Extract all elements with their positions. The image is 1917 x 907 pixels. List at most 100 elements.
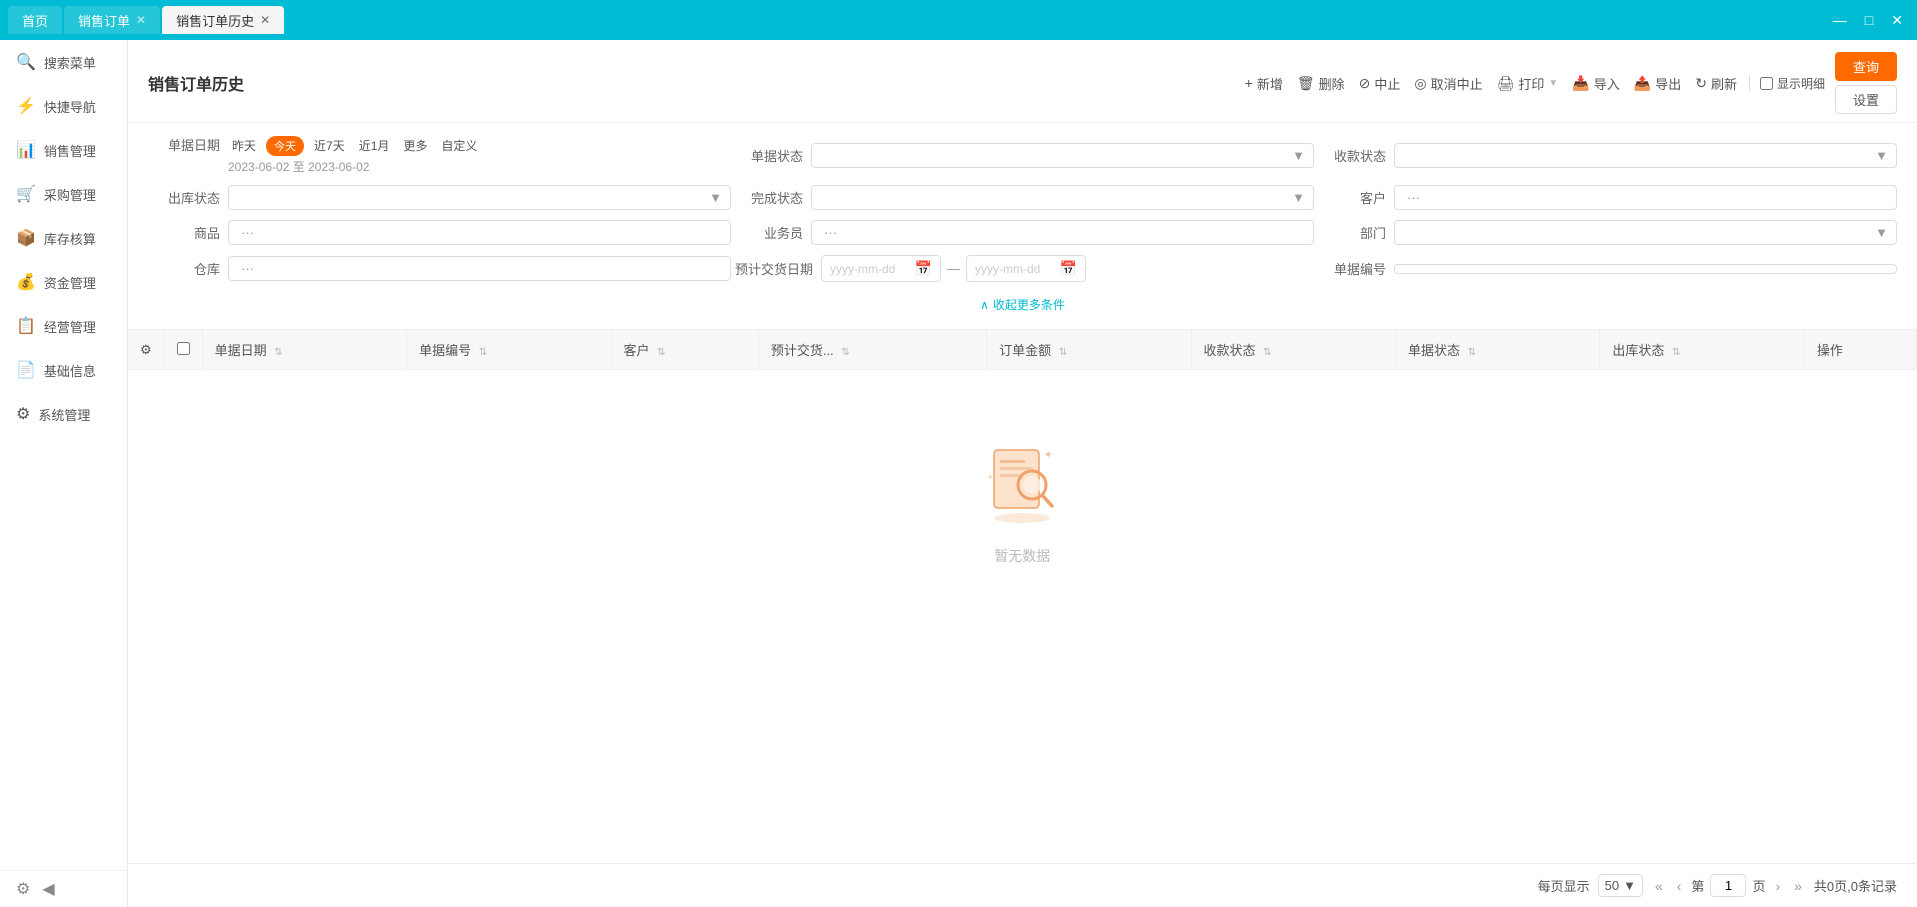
col-customer[interactable]: 客户 ⇅ xyxy=(611,330,758,370)
date-option-today[interactable]: 今天 xyxy=(266,136,304,156)
sidebar-item-basic-info[interactable]: 📄 基础信息 xyxy=(0,348,127,392)
col-doc-status[interactable]: 单据状态 ⇅ xyxy=(1395,330,1599,370)
query-button[interactable]: 查询 xyxy=(1835,52,1897,81)
delivery-date-label: 预计交货日期 xyxy=(731,259,821,278)
stop-button[interactable]: ⊘ 中止 xyxy=(1357,70,1403,97)
page-number-input[interactable] xyxy=(1710,874,1746,897)
export-label: 导出 xyxy=(1655,74,1681,93)
sidebar-item-operations[interactable]: 📋 经营管理 xyxy=(0,304,127,348)
sales-mgmt-icon: 📊 xyxy=(16,140,36,160)
col-out-status-label: 出库状态 xyxy=(1612,343,1664,358)
page-size-select[interactable]: 50 ▼ xyxy=(1598,874,1643,897)
new-button[interactable]: + 新增 xyxy=(1243,70,1285,97)
dept-select[interactable]: ▼ xyxy=(1394,220,1897,245)
salesperson-dots-icon[interactable]: ··· xyxy=(824,225,837,240)
receipt-status-select[interactable]: ▼ xyxy=(1394,143,1897,168)
out-status-select[interactable]: ▼ xyxy=(228,185,731,210)
sidebar-item-inventory[interactable]: 📦 库存核算 xyxy=(0,216,127,260)
col-date-sort-icon: ⇅ xyxy=(274,347,282,358)
tab-home-label: 首页 xyxy=(22,11,48,30)
col-settings-icon[interactable]: ⚙ xyxy=(140,342,152,357)
col-date[interactable]: 单据日期 ⇅ xyxy=(202,330,406,370)
import-button[interactable]: 📥 导入 xyxy=(1570,70,1621,97)
prev-page-button[interactable]: ‹ xyxy=(1673,876,1686,896)
col-doc-no[interactable]: 单据编号 ⇅ xyxy=(407,330,611,370)
table-body: ✦ ✦ 暂无数据 xyxy=(128,370,1917,627)
close-window-button[interactable]: ✕ xyxy=(1885,10,1909,31)
export-button[interactable]: 📤 导出 xyxy=(1632,70,1683,97)
col-receipt-status-label: 收款状态 xyxy=(1204,343,1256,358)
customer-input[interactable]: ··· xyxy=(1394,185,1897,210)
tab-sales-history[interactable]: 销售订单历史 ✕ xyxy=(162,6,284,34)
col-order-amount[interactable]: 订单金额 ⇅ xyxy=(987,330,1191,370)
delete-button[interactable]: 🗑 删除 xyxy=(1295,70,1347,97)
window-controls: — □ ✕ xyxy=(1827,10,1909,31)
refresh-button[interactable]: ↻ 刷新 xyxy=(1693,70,1739,97)
receipt-status-label: 收款状态 xyxy=(1314,146,1394,165)
date-option-yesterday[interactable]: 昨天 xyxy=(228,135,260,156)
tab-home[interactable]: 首页 xyxy=(8,6,62,34)
sidebar-item-sales-mgmt[interactable]: 📊 销售管理 xyxy=(0,128,127,172)
show-detail-checkbox-label[interactable]: 显示明细 xyxy=(1760,75,1825,92)
sidebar: 🔍 搜索菜单 ⚡ 快捷导航 📊 销售管理 🛒 采购管理 📦 库存核算 💰 资金管… xyxy=(0,40,128,907)
maximize-button[interactable]: □ xyxy=(1859,10,1879,31)
next-page-button[interactable]: › xyxy=(1771,876,1784,896)
first-page-button[interactable]: « xyxy=(1651,876,1667,896)
page-size-value: 50 xyxy=(1605,878,1619,893)
goods-input[interactable]: ··· xyxy=(228,220,731,245)
date-option-1month[interactable]: 近1月 xyxy=(355,135,394,156)
col-doc-status-sort-icon: ⇅ xyxy=(1468,347,1476,358)
page-size-label: 每页显示 xyxy=(1538,876,1590,895)
delivery-date-from-calendar-icon[interactable]: 📅 xyxy=(915,260,932,277)
delivery-date-to-calendar-icon[interactable]: 📅 xyxy=(1060,260,1077,277)
empty-svg: ✦ ✦ xyxy=(972,430,1072,530)
tab-sales-order[interactable]: 销售订单 ✕ xyxy=(64,6,160,34)
cancel-stop-button[interactable]: ◎ 取消中止 xyxy=(1412,70,1484,97)
sidebar-item-finance[interactable]: 💰 资金管理 xyxy=(0,260,127,304)
date-option-more[interactable]: 更多 xyxy=(399,135,431,156)
salesperson-input[interactable]: ··· xyxy=(811,220,1314,245)
doc-no-label: 单据编号 xyxy=(1314,259,1394,278)
sidebar-item-purchase-mgmt[interactable]: 🛒 采购管理 xyxy=(0,172,127,216)
col-settings[interactable]: ⚙ xyxy=(128,330,164,370)
last-page-button[interactable]: » xyxy=(1790,876,1806,896)
sidebar-item-quick-nav[interactable]: ⚡ 快捷导航 xyxy=(0,84,127,128)
show-detail-checkbox[interactable] xyxy=(1760,77,1773,90)
status-select[interactable]: ▼ xyxy=(811,143,1314,168)
collapse-button[interactable]: ∧ 收起更多条件 xyxy=(980,296,1065,313)
print-button[interactable]: 🖨 打印 ▼ xyxy=(1495,70,1561,97)
goods-dots-icon[interactable]: ··· xyxy=(241,225,254,240)
date-range-display: 2023-06-02 至 2023-06-02 xyxy=(228,158,481,175)
minimize-button[interactable]: — xyxy=(1827,10,1853,31)
warehouse-label: 仓库 xyxy=(148,259,228,278)
delivery-date-to-input[interactable]: yyyy-mm-dd 📅 xyxy=(966,255,1086,282)
col-checkbox[interactable] xyxy=(164,330,202,370)
doc-no-input[interactable] xyxy=(1394,264,1897,274)
col-doc-no-label: 单据编号 xyxy=(419,343,471,358)
sidebar-item-search-menu[interactable]: 🔍 搜索菜单 xyxy=(0,40,127,84)
sidebar-settings-icon[interactable]: ⚙ xyxy=(16,879,30,899)
customer-dots-icon[interactable]: ··· xyxy=(1407,190,1420,205)
col-out-status[interactable]: 出库状态 ⇅ xyxy=(1600,330,1804,370)
warehouse-input[interactable]: ··· xyxy=(228,256,731,281)
sidebar-collapse-icon[interactable]: ◀ xyxy=(42,879,54,899)
delivery-date-from-input[interactable]: yyyy-mm-dd 📅 xyxy=(821,255,941,282)
out-status-label: 出库状态 xyxy=(148,188,228,207)
sidebar-item-sys-mgmt[interactable]: ⚙ 系统管理 xyxy=(0,392,127,436)
new-icon: + xyxy=(1245,75,1253,91)
complete-status-select[interactable]: ▼ xyxy=(811,185,1314,210)
date-option-custom[interactable]: 自定义 xyxy=(437,135,481,156)
col-receipt-status[interactable]: 收款状态 ⇅ xyxy=(1191,330,1395,370)
col-delivery-date[interactable]: 预计交货... ⇅ xyxy=(758,330,986,370)
sidebar-item-basic-info-label: 基础信息 xyxy=(44,361,96,380)
settings-button[interactable]: 设置 xyxy=(1835,85,1897,114)
close-sales-history-tab-icon[interactable]: ✕ xyxy=(260,13,270,27)
out-status-arrow-icon: ▼ xyxy=(709,190,722,205)
col-date-label: 单据日期 xyxy=(215,343,267,358)
select-all-checkbox[interactable] xyxy=(177,342,190,355)
close-sales-order-tab-icon[interactable]: ✕ xyxy=(136,13,146,27)
warehouse-dots-icon[interactable]: ··· xyxy=(241,261,254,276)
quick-nav-icon: ⚡ xyxy=(16,96,36,116)
date-option-7days[interactable]: 近7天 xyxy=(310,135,349,156)
cancel-stop-label: 取消中止 xyxy=(1431,74,1483,93)
